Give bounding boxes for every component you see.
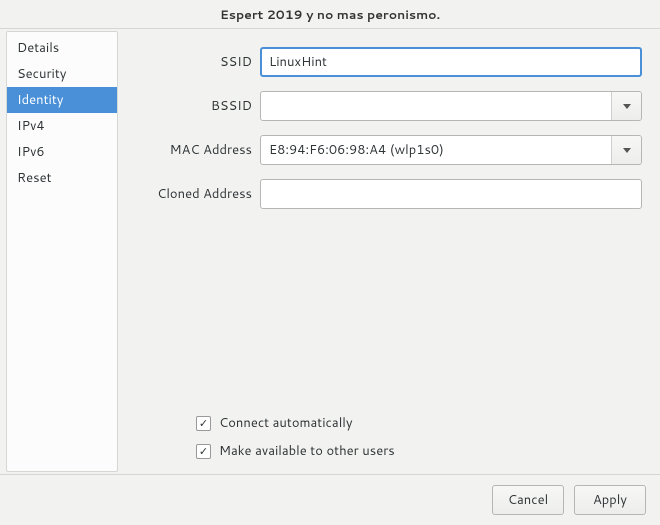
bssid-dropdown-button[interactable] <box>611 92 641 120</box>
make-available-checkbox[interactable]: ✓ Make available to other users <box>196 442 642 460</box>
sidebar-item-identity[interactable]: Identity <box>7 87 117 113</box>
mac-input[interactable] <box>261 136 611 164</box>
cloned-label: Cloned Address <box>136 185 252 203</box>
bssid-combo[interactable] <box>260 91 642 121</box>
bssid-input[interactable] <box>261 92 611 120</box>
checkbox-label: Make available to other users <box>219 442 395 460</box>
sidebar-item-label: IPv6 <box>17 143 45 161</box>
checkbox-icon: ✓ <box>196 416 211 431</box>
ssid-label: SSID <box>136 53 252 71</box>
apply-button[interactable]: Apply <box>574 485 646 515</box>
checkbox-label: Connect automatically <box>219 414 353 432</box>
settings-window: Espert 2019 y no mas peronismo. Details … <box>0 0 660 525</box>
sidebar-item-label: Identity <box>17 91 64 109</box>
mac-combo[interactable] <box>260 135 642 165</box>
ssid-input-wrap <box>260 47 642 77</box>
dialog-footer: Cancel Apply <box>0 474 660 525</box>
checkbox-group: ✓ Connect automatically ✓ Make available… <box>136 414 642 474</box>
chevron-down-icon <box>623 104 631 109</box>
sidebar-item-ipv4[interactable]: IPv4 <box>7 113 117 139</box>
row-cloned: Cloned Address <box>136 179 642 209</box>
sidebar-item-label: IPv4 <box>17 117 45 135</box>
cancel-button[interactable]: Cancel <box>492 485 564 515</box>
connect-automatically-checkbox[interactable]: ✓ Connect automatically <box>196 414 642 432</box>
content-pane: SSID BSSID MAC Address <box>118 29 660 474</box>
checkbox-icon: ✓ <box>196 444 211 459</box>
chevron-down-icon <box>623 148 631 153</box>
ssid-input[interactable] <box>260 47 642 77</box>
identity-form: SSID BSSID MAC Address <box>136 39 642 209</box>
mac-label: MAC Address <box>136 141 252 159</box>
sidebar-item-label: Reset <box>17 169 52 187</box>
sidebar-item-reset[interactable]: Reset <box>7 165 117 191</box>
row-ssid: SSID <box>136 47 642 77</box>
sidebar-item-label: Details <box>17 39 59 57</box>
sidebar-item-label: Security <box>17 65 67 83</box>
sidebar-item-security[interactable]: Security <box>7 61 117 87</box>
window-title: Espert 2019 y no mas peronismo. <box>0 0 660 28</box>
mac-dropdown-button[interactable] <box>611 136 641 164</box>
cloned-input[interactable] <box>260 179 642 209</box>
sidebar-item-details[interactable]: Details <box>7 35 117 61</box>
window-body: Details Security Identity IPv4 IPv6 Rese… <box>0 28 660 474</box>
row-mac: MAC Address <box>136 135 642 165</box>
sidebar-item-ipv6[interactable]: IPv6 <box>7 139 117 165</box>
bssid-label: BSSID <box>136 97 252 115</box>
cloned-input-wrap <box>260 179 642 209</box>
row-bssid: BSSID <box>136 91 642 121</box>
sidebar: Details Security Identity IPv4 IPv6 Rese… <box>6 31 118 472</box>
spacer <box>136 209 642 414</box>
